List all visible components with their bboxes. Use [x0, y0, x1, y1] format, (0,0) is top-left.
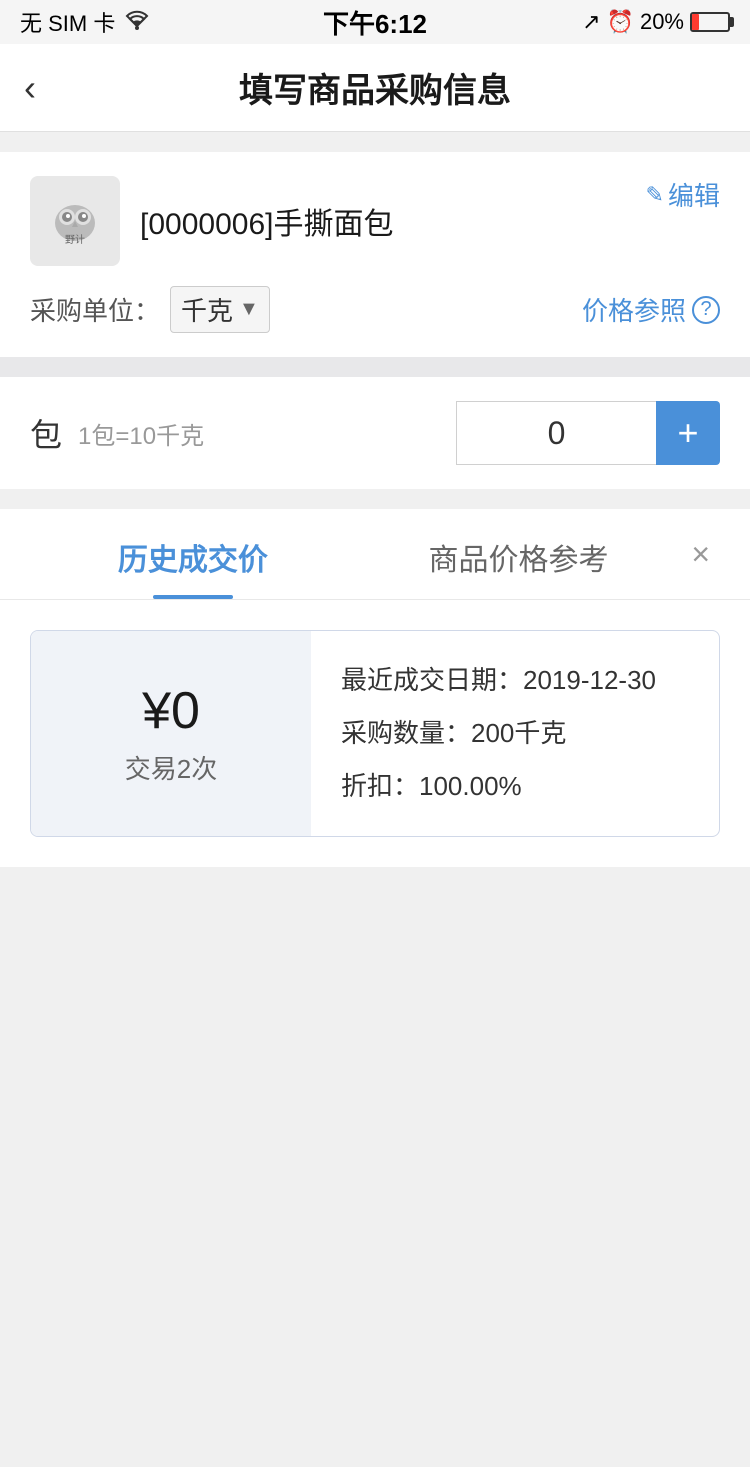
location-icon: ↗	[582, 9, 600, 35]
quantity-input[interactable]: 0	[456, 401, 656, 465]
recent-date-line: 最近成交日期：2019-12-30	[341, 661, 689, 700]
price-reference-button[interactable]: 价格参照 ?	[582, 291, 720, 328]
dropdown-arrow-icon: ▼	[239, 298, 259, 321]
unit-select-dropdown[interactable]: 千克 ▼	[170, 286, 270, 333]
quantity-control: 0 +	[456, 401, 720, 465]
quantity-plus-button[interactable]: +	[656, 401, 720, 465]
quantity-label-group: 包 1包=10千克	[30, 410, 204, 456]
carrier-text: 无 SIM 卡	[20, 6, 115, 38]
price-card-left: ¥0 交易2次	[31, 631, 311, 836]
wifi-icon	[123, 8, 151, 36]
quantity-sublabel: 1包=10千克	[78, 416, 204, 451]
quantity-unit: 包	[30, 410, 62, 456]
battery-icon	[690, 12, 730, 32]
back-button[interactable]: ‹	[24, 67, 36, 109]
product-name: [0000006]手撕面包	[140, 199, 393, 243]
product-left: 野计 [0000006]手撕面包	[30, 176, 393, 266]
discount-line: 折扣：100.00%	[341, 767, 689, 806]
tab-history-price[interactable]: 历史成交价	[30, 509, 356, 599]
status-right: ↗ ⏰ 20%	[582, 9, 730, 35]
battery-percent: 20%	[640, 9, 684, 35]
nav-bar: ‹ 填写商品采购信息	[0, 44, 750, 132]
unit-label: 采购单位：	[30, 291, 160, 328]
unit-selector-group: 采购单位： 千克 ▼	[30, 286, 270, 333]
product-unit-row: 采购单位： 千克 ▼ 价格参照 ?	[30, 286, 720, 333]
price-display: ¥0	[142, 681, 200, 741]
tabs-header: 历史成交价 商品价格参考 ×	[0, 509, 750, 600]
section-divider	[0, 357, 750, 377]
edit-icon: ✎	[646, 182, 664, 208]
svg-text:野计: 野计	[65, 233, 85, 246]
page-title: 填写商品采购信息	[239, 63, 511, 112]
status-bar: 无 SIM 卡 下午6:12 ↗ ⏰ 20%	[0, 0, 750, 44]
quantity-line: 采购数量：200千克	[341, 714, 689, 753]
bottom-area	[0, 867, 750, 1467]
status-left: 无 SIM 卡	[20, 6, 151, 38]
price-card-area: ¥0 交易2次 最近成交日期：2019-12-30 采购数量：200千克 折扣：…	[0, 600, 750, 867]
product-image: 野计	[30, 176, 120, 266]
edit-button[interactable]: ✎ 编辑	[646, 176, 720, 213]
quantity-row: 包 1包=10千克 0 +	[0, 377, 750, 489]
tab-close-button[interactable]: ×	[681, 526, 720, 583]
tab-product-price-ref[interactable]: 商品价格参考	[356, 509, 682, 599]
status-time: 下午6:12	[323, 4, 427, 41]
product-header: 野计 [0000006]手撕面包 ✎ 编辑	[30, 176, 720, 266]
product-card: 野计 [0000006]手撕面包 ✎ 编辑 采购单位： 千克 ▼ 价格参照 ?	[0, 152, 750, 357]
alarm-icon: ⏰	[607, 9, 634, 35]
tabs-panel: 历史成交价 商品价格参考 × ¥0 交易2次 最近成交日期：2019-12-30…	[0, 509, 750, 867]
price-card-right: 最近成交日期：2019-12-30 采购数量：200千克 折扣：100.00%	[311, 631, 719, 836]
price-transactions: 交易2次	[125, 749, 217, 786]
help-icon: ?	[692, 296, 720, 324]
price-card: ¥0 交易2次 最近成交日期：2019-12-30 采购数量：200千克 折扣：…	[30, 630, 720, 837]
